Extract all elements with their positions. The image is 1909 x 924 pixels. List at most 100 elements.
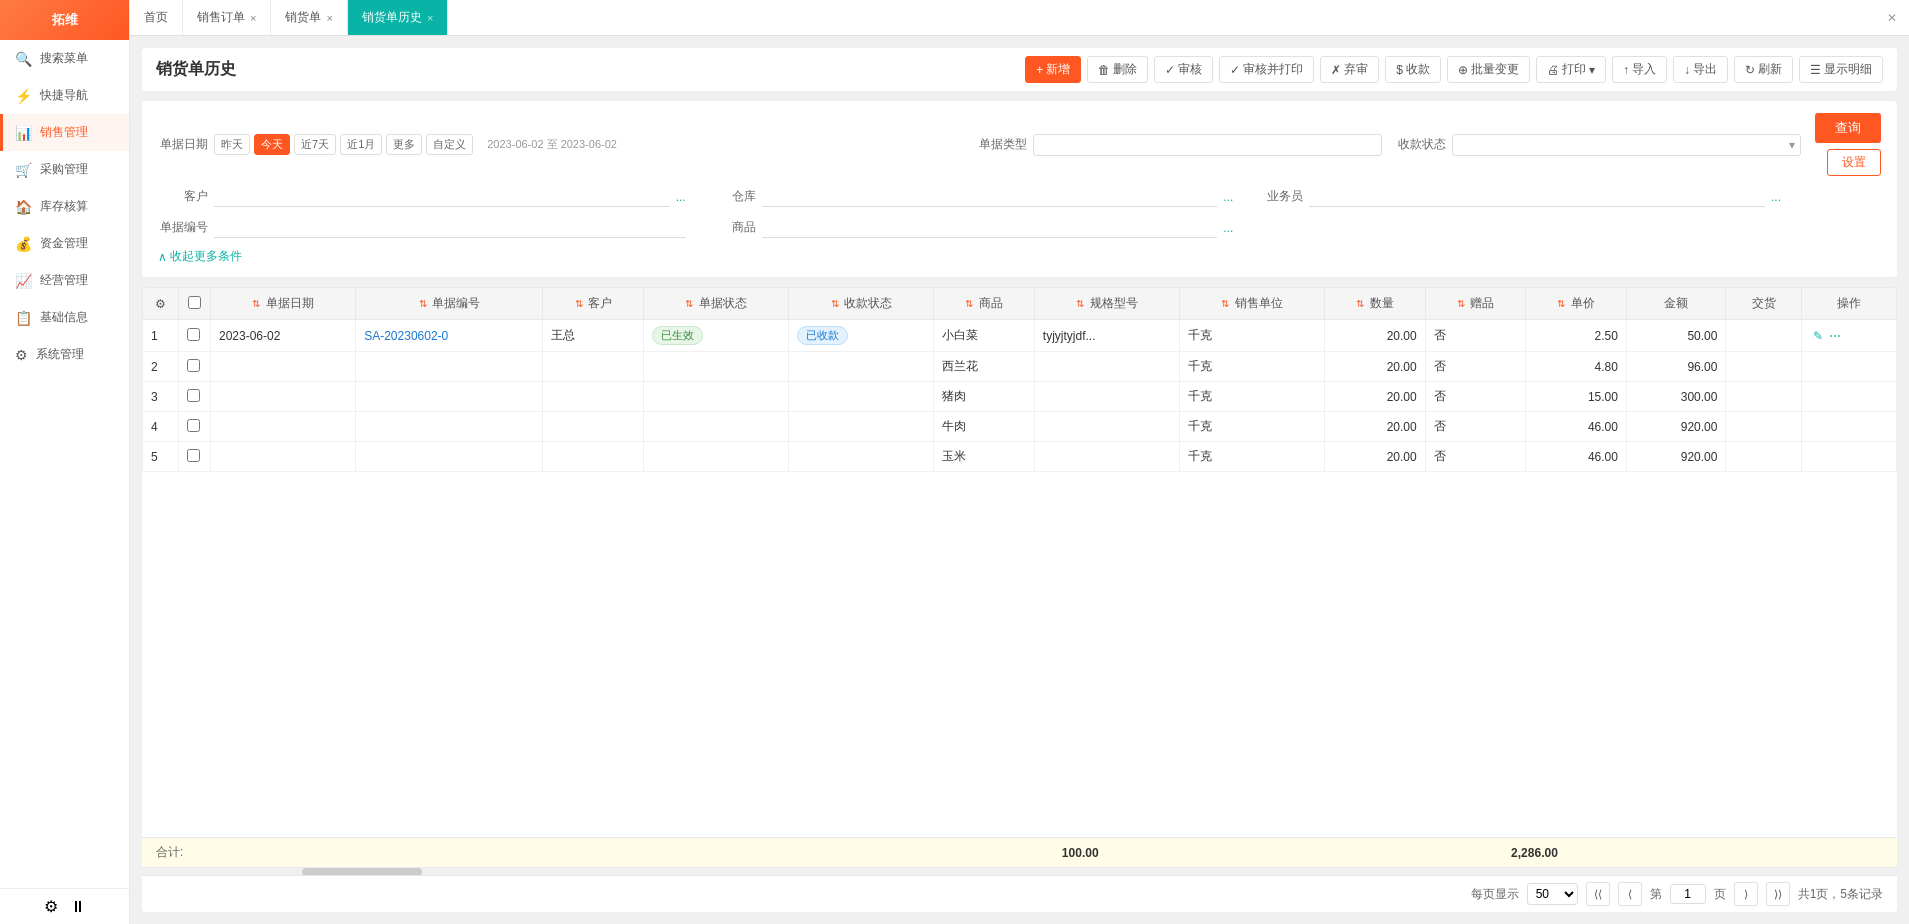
- sidebar-item-basic-info[interactable]: 📋 基础信息: [0, 299, 129, 336]
- row-checkbox-3[interactable]: [179, 412, 211, 442]
- pause-icon[interactable]: ⏸: [70, 898, 86, 916]
- tab-home[interactable]: 首页: [130, 0, 183, 35]
- row-goods-0: 小白菜: [934, 320, 1035, 352]
- tab-sales-goods-close[interactable]: ×: [326, 12, 332, 24]
- row-checkbox-4[interactable]: [179, 442, 211, 472]
- settings-icon[interactable]: ⚙: [44, 897, 58, 916]
- warehouse-dots[interactable]: ...: [1223, 190, 1233, 204]
- th-unit-price[interactable]: ⇅ 单价: [1526, 288, 1627, 320]
- sidebar-item-inventory[interactable]: 🏠 库存核算: [0, 188, 129, 225]
- date-today[interactable]: 今天: [254, 134, 290, 155]
- new-button[interactable]: + 新增: [1025, 56, 1081, 83]
- row-checkbox[interactable]: [187, 359, 200, 372]
- row-doc-no-4[interactable]: [356, 442, 543, 472]
- print-button[interactable]: 🖨 打印 ▾: [1536, 56, 1606, 83]
- date-more[interactable]: 更多: [386, 134, 422, 155]
- date-custom[interactable]: 自定义: [426, 134, 473, 155]
- tab-sales-goods[interactable]: 销货单 ×: [271, 0, 347, 35]
- row-checkbox-0[interactable]: [179, 320, 211, 352]
- collect-status-input[interactable]: [1452, 134, 1801, 156]
- sidebar-item-quick-nav[interactable]: ⚡ 快捷导航: [0, 77, 129, 114]
- th-gift[interactable]: ⇅ 赠品: [1425, 288, 1526, 320]
- row-checkbox[interactable]: [187, 328, 200, 341]
- row-checkbox[interactable]: [187, 449, 200, 462]
- row-doc-no-3[interactable]: [356, 412, 543, 442]
- row-doc-no-2[interactable]: [356, 382, 543, 412]
- total-info: 共1页，5条记录: [1798, 886, 1883, 903]
- doc-type-input[interactable]: [1033, 134, 1382, 156]
- next-page-button[interactable]: ⟩: [1734, 882, 1758, 906]
- batch-change-button[interactable]: ⊕ 批量变更: [1447, 56, 1530, 83]
- last-page-button[interactable]: ⟩⟩: [1766, 882, 1790, 906]
- row-checkbox[interactable]: [187, 389, 200, 402]
- abandon-button[interactable]: ✗ 弃审: [1320, 56, 1379, 83]
- th-gear[interactable]: ⚙: [143, 288, 179, 320]
- sidebar-item-search-menu[interactable]: 🔍 搜索菜单: [0, 40, 129, 77]
- sidebar-item-operation-mgmt[interactable]: 📈 经营管理: [0, 262, 129, 299]
- prev-page-button[interactable]: ⟨: [1618, 882, 1642, 906]
- op-more-btn[interactable]: ⋯: [1826, 329, 1844, 343]
- show-detail-button[interactable]: ☰ 显示明细: [1799, 56, 1883, 83]
- audit-print-button[interactable]: ✓ 审核并打印: [1219, 56, 1314, 83]
- row-spec-4: [1034, 442, 1179, 472]
- per-page-select[interactable]: 50 100 200: [1527, 883, 1578, 905]
- tab-sales-goods-history-close[interactable]: ×: [427, 12, 433, 24]
- customer-input[interactable]: [214, 186, 670, 207]
- audit-button[interactable]: ✓ 审核: [1154, 56, 1213, 83]
- th-transaction[interactable]: 交货: [1726, 288, 1802, 320]
- select-all-checkbox[interactable]: [188, 296, 201, 309]
- th-doc-date[interactable]: ⇅ 单据日期: [211, 288, 356, 320]
- collapse-btn[interactable]: ∧ 收起更多条件: [158, 248, 1881, 265]
- sidebar-item-system-mgmt[interactable]: ⚙ 系统管理: [0, 336, 129, 373]
- tab-sales-order-close[interactable]: ×: [250, 12, 256, 24]
- export-button[interactable]: ↓ 导出: [1673, 56, 1728, 83]
- th-amount[interactable]: 金额: [1626, 288, 1725, 320]
- refresh-button[interactable]: ↻ 刷新: [1734, 56, 1793, 83]
- th-doc-no[interactable]: ⇅ 单据编号: [356, 288, 543, 320]
- table-row: 12023-06-02SA-20230602-0王总已生效已收款小白菜tyjyj…: [143, 320, 1897, 352]
- th-sales-unit[interactable]: ⇅ 销售单位: [1179, 288, 1324, 320]
- th-checkbox[interactable]: [179, 288, 211, 320]
- import-button[interactable]: ↑ 导入: [1612, 56, 1667, 83]
- set-button[interactable]: 设置: [1827, 149, 1881, 176]
- row-doc-status-1: [644, 352, 789, 382]
- date-yesterday[interactable]: 昨天: [214, 134, 250, 155]
- sidebar-item-sales-mgmt[interactable]: 📊 销售管理: [0, 114, 129, 151]
- row-operation-4: [1802, 442, 1897, 472]
- filter-collect-status: 收款状态 ▾: [1396, 134, 1795, 156]
- delete-button[interactable]: 🗑 删除: [1087, 56, 1148, 83]
- business-input[interactable]: [1309, 186, 1765, 207]
- collect-button[interactable]: $ 收款: [1385, 56, 1441, 83]
- row-gift-4: 否: [1425, 442, 1526, 472]
- query-button[interactable]: 查询: [1815, 113, 1881, 143]
- th-goods[interactable]: ⇅ 商品: [934, 288, 1035, 320]
- op-edit-btn[interactable]: ✎: [1810, 329, 1826, 343]
- row-doc-no-1[interactable]: [356, 352, 543, 382]
- th-spec[interactable]: ⇅ 规格型号: [1034, 288, 1179, 320]
- window-close-button[interactable]: ✕: [1875, 11, 1909, 25]
- th-collect-status[interactable]: ⇅ 收款状态: [789, 288, 934, 320]
- tab-sales-order[interactable]: 销售订单 ×: [183, 0, 271, 35]
- sidebar-item-purchase-mgmt[interactable]: 🛒 采购管理: [0, 151, 129, 188]
- th-doc-status[interactable]: ⇅ 单据状态: [644, 288, 789, 320]
- business-dots[interactable]: ...: [1771, 190, 1781, 204]
- page-input[interactable]: [1670, 884, 1706, 904]
- row-checkbox[interactable]: [187, 419, 200, 432]
- doc-no-input[interactable]: [214, 217, 686, 238]
- goods-dots[interactable]: ...: [1223, 221, 1233, 235]
- th-quantity[interactable]: ⇅ 数量: [1325, 288, 1426, 320]
- row-checkbox-1[interactable]: [179, 352, 211, 382]
- first-page-button[interactable]: ⟨⟨: [1586, 882, 1610, 906]
- row-checkbox-2[interactable]: [179, 382, 211, 412]
- date-1month[interactable]: 近1月: [340, 134, 382, 155]
- doc-no-link[interactable]: SA-20230602-0: [364, 329, 448, 343]
- warehouse-input[interactable]: [762, 186, 1218, 207]
- th-customer[interactable]: ⇅ 客户: [543, 288, 644, 320]
- date-7days[interactable]: 近7天: [294, 134, 336, 155]
- goods-input[interactable]: [762, 217, 1218, 238]
- tab-sales-goods-history[interactable]: 销货单历史 ×: [348, 0, 448, 35]
- horizontal-scrollbar[interactable]: [142, 867, 1897, 875]
- sidebar-item-finance-mgmt[interactable]: 💰 资金管理: [0, 225, 129, 262]
- customer-dots[interactable]: ...: [676, 190, 686, 204]
- row-doc-no-0[interactable]: SA-20230602-0: [356, 320, 543, 352]
